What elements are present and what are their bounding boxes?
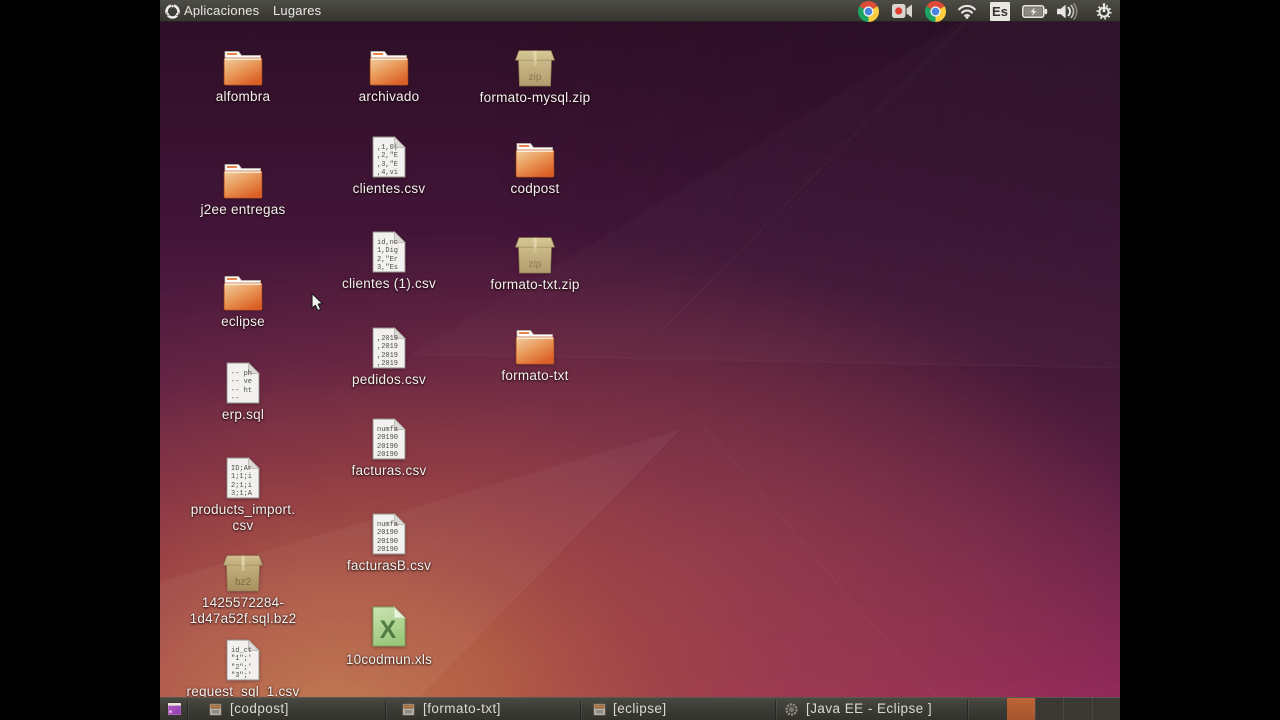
svg-text:3,"Es: 3,"Es — [377, 264, 398, 272]
svg-text:"2";': "2";' — [231, 664, 252, 672]
svg-text:,2,"E: ,2,"E — [377, 152, 398, 160]
svg-text:-- ht: -- ht — [231, 387, 252, 395]
svg-text:20190: 20190 — [377, 546, 398, 554]
svg-text:Es: Es — [992, 4, 1008, 19]
svg-text:,3,"E: ,3,"E — [377, 161, 398, 169]
svg-text:,2019: ,2019 — [377, 352, 398, 360]
svg-text:numfa: numfa — [377, 426, 398, 434]
svg-text:,1,0|: ,1,0| — [377, 144, 398, 152]
svg-text:numfa: numfa — [377, 521, 398, 529]
svg-text:1;1;i: 1;1;i — [231, 473, 252, 481]
svg-text:zip: zip — [529, 259, 542, 270]
svg-text:,2019: ,2019 — [377, 335, 398, 343]
svg-text:zip: zip — [529, 72, 542, 83]
svg-text:id_ct: id_ct — [231, 647, 252, 655]
svg-text:ID;Ar: ID;Ar — [231, 465, 252, 473]
svg-text:"3";': "3";' — [231, 672, 252, 680]
svg-text:20190: 20190 — [377, 434, 398, 442]
svg-text:id,nc: id,nc — [377, 239, 398, 247]
svg-text:,2019: ,2019 — [377, 360, 398, 368]
svg-text:"1";': "1";' — [231, 655, 252, 663]
svg-text:X: X — [380, 616, 397, 644]
svg-text:2,"Er: 2,"Er — [377, 256, 398, 264]
svg-text:20190: 20190 — [377, 451, 398, 459]
svg-text:1,Dig: 1,Dig — [377, 247, 398, 255]
svg-text:,4,vi: ,4,vi — [377, 169, 398, 177]
svg-text:-- ph: -- ph — [231, 370, 252, 378]
svg-text:,2019: ,2019 — [377, 343, 398, 351]
svg-text:3;1;A: 3;1;A — [231, 490, 253, 498]
svg-text:20190: 20190 — [377, 443, 398, 451]
svg-text:20190: 20190 — [377, 538, 398, 546]
svg-text:--: -- — [231, 395, 239, 403]
svg-text:20190: 20190 — [377, 529, 398, 537]
svg-text:bz2: bz2 — [235, 577, 252, 588]
svg-text:2;1;i: 2;1;i — [231, 482, 252, 490]
svg-text:-- ve: -- ve — [231, 378, 252, 386]
